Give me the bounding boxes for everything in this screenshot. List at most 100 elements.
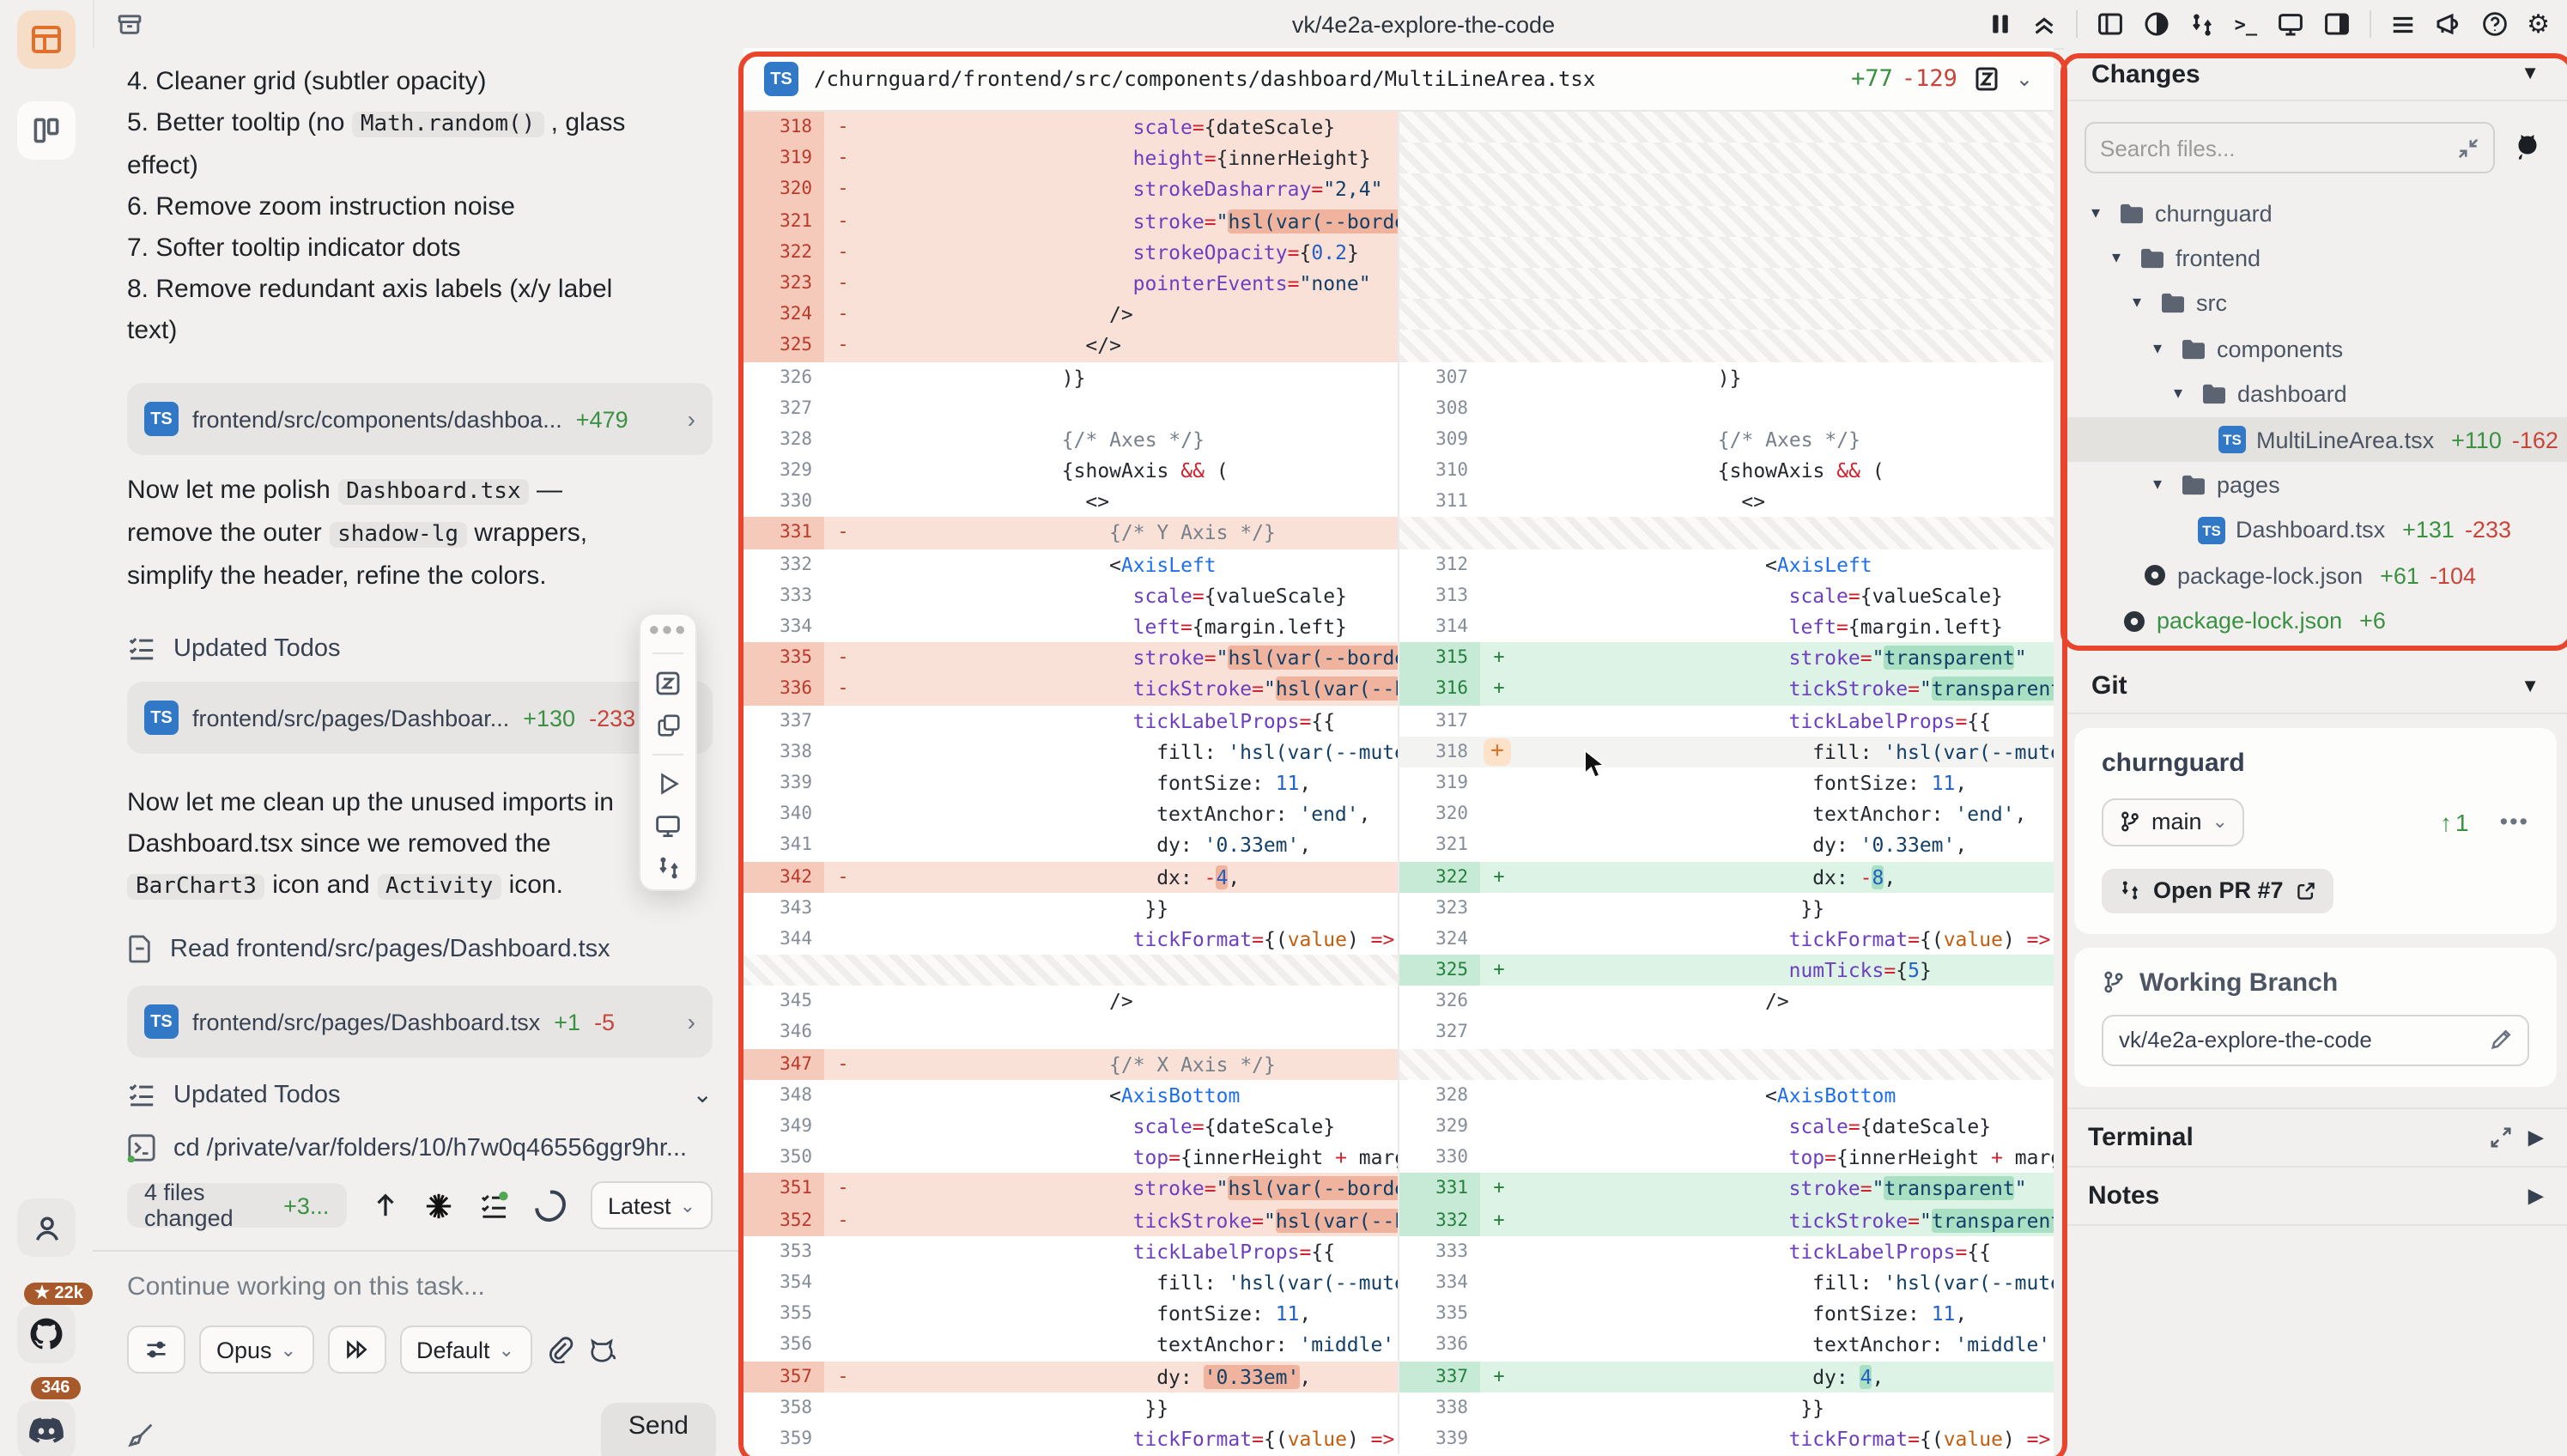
file-tree-item[interactable]: ▾pages: [2064, 463, 2567, 508]
caret-down-icon[interactable]: ▾: [2091, 203, 2109, 222]
github-cat-icon[interactable]: [2512, 132, 2543, 163]
workspace-tab[interactable]: [17, 101, 76, 160]
window-title: vk/4e2a-explore-the-code: [1292, 11, 1555, 37]
file-tree-item[interactable]: ▾frontend: [2064, 236, 2567, 282]
contrast-icon[interactable]: [2144, 10, 2171, 38]
send-button[interactable]: Send: [601, 1403, 716, 1456]
file-tree-item[interactable]: ▾components: [2064, 326, 2567, 372]
added-count: +1: [554, 1009, 580, 1034]
file-tree-item[interactable]: ▾dashboard: [2064, 372, 2567, 417]
github-button[interactable]: [17, 1305, 76, 1363]
expand-icon[interactable]: [2489, 1126, 2511, 1149]
notes-section-header[interactable]: Notes ▶: [2064, 1168, 2567, 1224]
help-icon[interactable]: [2480, 10, 2508, 38]
terminal-section-header[interactable]: Terminal ▶: [2064, 1109, 2567, 1166]
paperclip-icon[interactable]: [545, 1336, 573, 1363]
updated-todos-row[interactable]: Updated Todos⌄: [127, 1080, 713, 1109]
chevron-down-icon[interactable]: ⌄: [693, 1080, 713, 1109]
fast-forward-button[interactable]: [327, 1326, 385, 1374]
diff-rows[interactable]: 318-scale={dateScale}319-height={innerHe…: [743, 112, 2054, 1454]
diff-row: 358}}338}}: [743, 1392, 2054, 1423]
latest-dropdown[interactable]: Latest⌄: [591, 1181, 713, 1229]
diff-line: 320textAnchor: 'end',: [1398, 798, 2054, 829]
workspace-tab-active[interactable]: [17, 10, 76, 69]
terminal-command-row[interactable]: cd /private/var/folders/10/h7w0q46556ggr…: [127, 1133, 713, 1162]
git-compare-icon[interactable]: [2190, 11, 2216, 37]
read-file-row[interactable]: Read frontend/src/pages/Dashboard.tsx: [127, 934, 713, 963]
caret-down-icon[interactable]: ▾: [2153, 340, 2170, 359]
git-section-header[interactable]: Git ▼: [2064, 661, 2567, 713]
discord-button[interactable]: [17, 1401, 76, 1456]
fold-up-icon[interactable]: [2032, 11, 2058, 37]
settings-sliders-button[interactable]: [127, 1326, 185, 1374]
diff-row: 339fontSize: 11,319fontSize: 11,: [743, 767, 2054, 798]
edit-pencil-icon[interactable]: [2490, 1029, 2512, 1052]
caret-down-icon[interactable]: ▾: [2174, 385, 2191, 404]
megaphone-icon[interactable]: [2434, 10, 2461, 38]
git-title: Git: [2091, 672, 2127, 701]
play-icon[interactable]: [655, 771, 681, 797]
composer-input[interactable]: Continue working on this task...: [127, 1272, 713, 1301]
burst-icon[interactable]: [423, 1191, 452, 1220]
copy-icon[interactable]: [655, 713, 681, 738]
file-tree-item[interactable]: TSMultiLineArea.tsx+110-162: [2064, 417, 2567, 463]
drag-handle-icon[interactable]: ●●●: [648, 623, 688, 637]
terminal-icon[interactable]: >_: [2235, 13, 2258, 35]
changes-section-header[interactable]: Changes ▼: [2064, 48, 2567, 100]
collapse-diff-icon[interactable]: ⌄: [2016, 67, 2033, 91]
file-change-chip[interactable]: TSfrontend/src/pages/Dashboar...+130-233: [127, 682, 713, 754]
diff-line: 356textAnchor: 'middle',: [743, 1330, 1398, 1361]
file-change-chip[interactable]: TSfrontend/src/components/dashboa...+479…: [127, 383, 713, 455]
archive-icon[interactable]: [115, 9, 144, 39]
added-count: +6: [2359, 608, 2386, 634]
updated-todos-row[interactable]: Updated Todos: [127, 634, 713, 663]
file-tree-item[interactable]: package-lock.json+6: [2064, 598, 2567, 644]
diff-line: 333tickLabelProps={{: [1398, 1236, 2054, 1267]
collapse-tree-icon[interactable]: [2457, 136, 2479, 159]
file-tree-item[interactable]: ▾ src: [2064, 282, 2567, 327]
caret-down-icon[interactable]: ▾: [2133, 294, 2150, 313]
todos-status-icon[interactable]: [478, 1190, 509, 1221]
terminal-command: cd /private/var/folders/10/h7w0q46556ggr…: [173, 1134, 687, 1162]
panel-right-icon[interactable]: [2322, 10, 2350, 38]
caret-down-icon[interactable]: ▾: [2112, 249, 2129, 268]
file-name: package-lock.json: [2177, 563, 2363, 589]
panel-left-icon[interactable]: [2097, 10, 2125, 38]
diff-view-mode-icon[interactable]: [1973, 65, 2000, 93]
inline-code: Activity: [377, 874, 501, 900]
todo-label: Updated Todos: [173, 634, 341, 662]
working-branch-card: Working Branch vk/4e2a-explore-the-code: [2074, 948, 2557, 1087]
open-pr-button[interactable]: Open PR #7: [2102, 869, 2333, 913]
more-menu-icon[interactable]: •••: [2500, 810, 2529, 835]
folder-name: src: [2196, 291, 2227, 317]
account-button[interactable]: [17, 1198, 76, 1257]
branch-selector[interactable]: main ⌄: [2102, 798, 2245, 846]
broom-icon[interactable]: [127, 1420, 156, 1449]
edit-diff-icon[interactable]: [654, 670, 682, 697]
working-branch-input[interactable]: vk/4e2a-explore-the-code: [2102, 1015, 2529, 1066]
file-tree-item[interactable]: package-lock.json+61-104: [2064, 553, 2567, 598]
pause-icon[interactable]: [1989, 12, 2013, 36]
menu-icon[interactable]: [2389, 11, 2415, 37]
added-count: +479: [576, 406, 628, 432]
mode-dropdown[interactable]: Default⌄: [399, 1326, 531, 1374]
files-changed-chip[interactable]: 4 files changed +3...: [127, 1183, 346, 1228]
file-tree-item[interactable]: TSDashboard.tsx+131-233: [2064, 507, 2567, 553]
add-comment-button[interactable]: +: [1484, 738, 1511, 766]
diff-row: 328{/* Axes */}309{/* Axes */}: [743, 424, 2054, 455]
inline-code: BarChart3: [127, 874, 265, 900]
file-change-chip[interactable]: TSfrontend/src/pages/Dashboard.tsx+1-5›: [127, 986, 713, 1058]
file-tree-item[interactable]: ▾churnguard: [2064, 191, 2567, 236]
search-files-input[interactable]: Search files...: [2085, 122, 2495, 173]
caret-down-icon[interactable]: ▾: [2153, 476, 2170, 494]
model-dropdown[interactable]: Opus⌄: [199, 1326, 313, 1374]
diff-line: 344tickFormat={(value) => f: [743, 924, 1398, 955]
git-compare-icon[interactable]: [655, 855, 681, 881]
settings-gear-icon[interactable]: ⚙: [2527, 9, 2550, 39]
monitor-icon[interactable]: [654, 812, 682, 840]
diff-line: [1398, 112, 2054, 143]
cat-icon[interactable]: [586, 1337, 616, 1362]
monitor-icon[interactable]: [2276, 10, 2303, 38]
diff-line: [1398, 237, 2054, 268]
arrow-up-icon[interactable]: [372, 1192, 397, 1219]
